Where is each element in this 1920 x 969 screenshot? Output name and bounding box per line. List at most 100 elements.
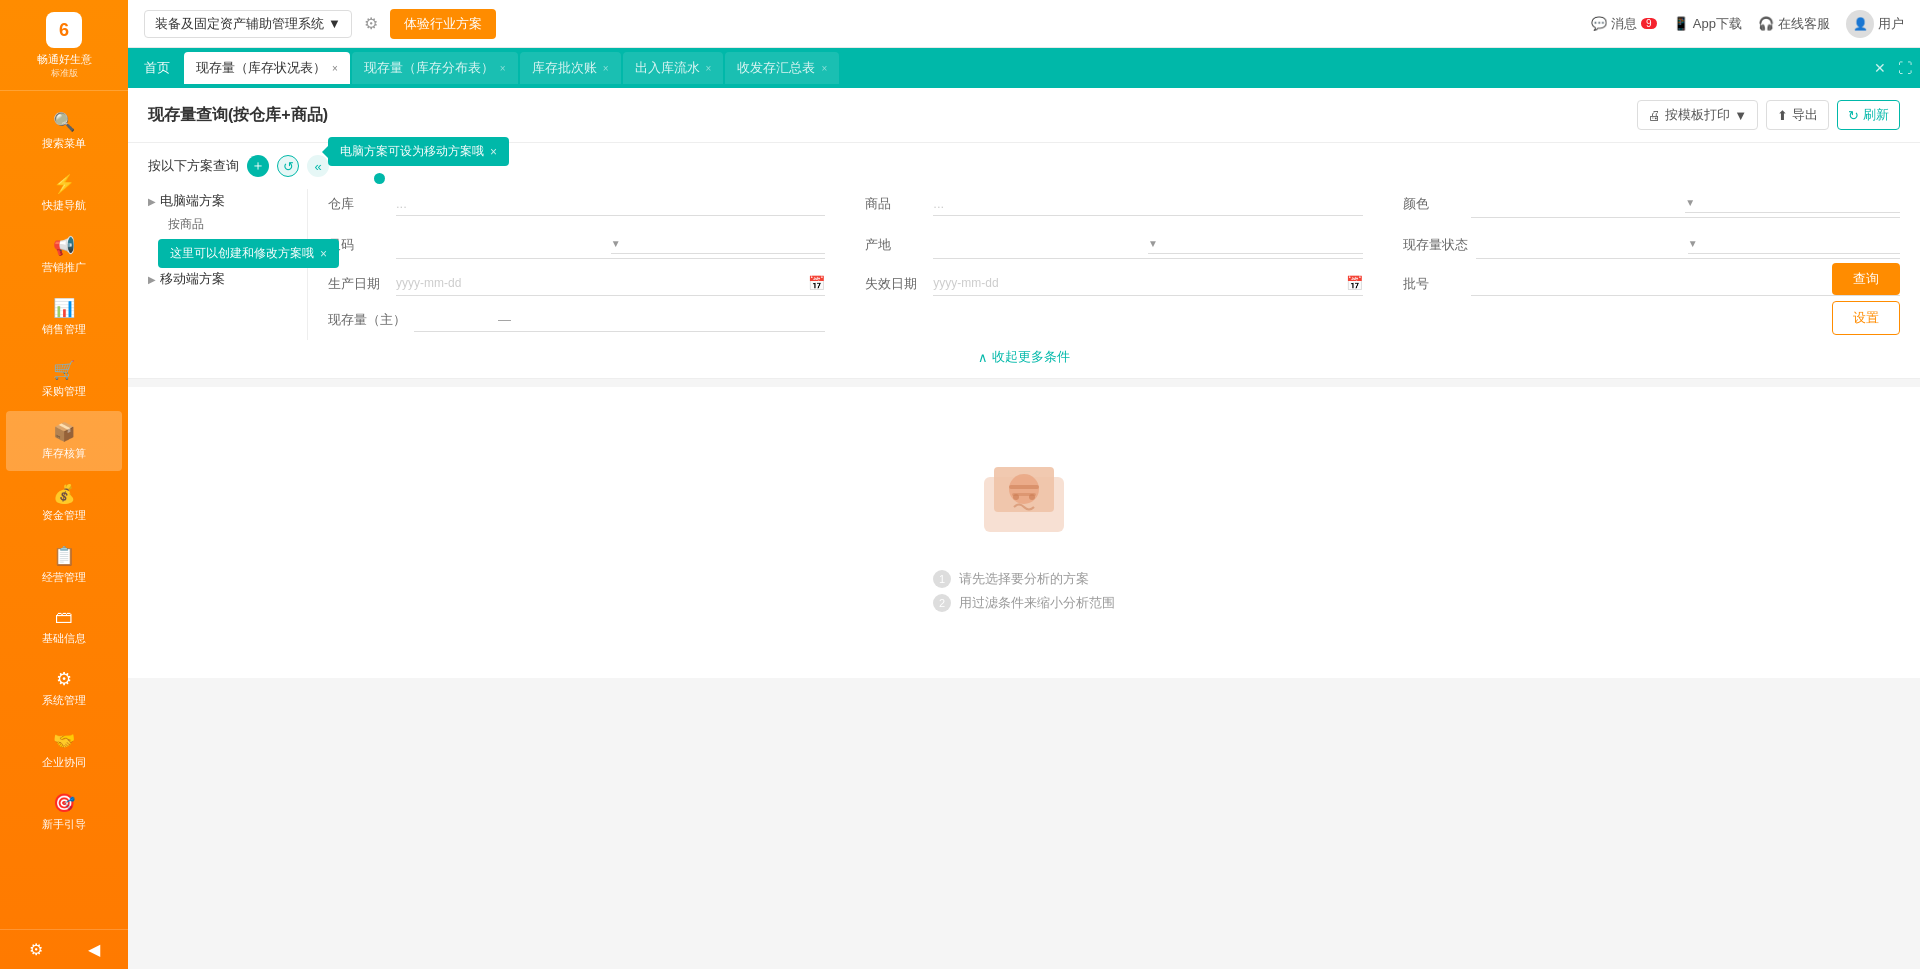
tab-close-all-icon[interactable]: ✕	[1870, 56, 1890, 80]
sidebar-item-search-menu[interactable]: 🔍 搜索菜单	[6, 101, 122, 161]
tab-close-icon[interactable]: ×	[332, 63, 338, 74]
tab-inventory-status[interactable]: 现存量（库存状况表） ×	[184, 52, 350, 84]
tab-summary[interactable]: 收发存汇总表 ×	[725, 52, 839, 84]
refresh-scheme-button[interactable]: ↺	[277, 155, 299, 177]
warehouse-label: 仓库	[328, 195, 388, 213]
calendar-icon[interactable]: 📅	[808, 275, 825, 291]
tab-close-icon[interactable]: ×	[706, 63, 712, 74]
by-goods-item[interactable]: 按商品	[148, 213, 295, 236]
size-field: 尺码 ▼	[328, 230, 825, 259]
mobile-scheme-item[interactable]: ▶ 移动端方案	[148, 267, 295, 291]
sidebar-item-marketing[interactable]: 📢 营销推广	[6, 225, 122, 285]
online-support-button[interactable]: 🎧 在线客服	[1758, 15, 1830, 33]
tab-close-icon[interactable]: ×	[821, 63, 827, 74]
color-field: 颜色 ▼	[1403, 189, 1900, 218]
sidebar-item-basic[interactable]: 🗃 基础信息	[6, 597, 122, 656]
tab-close-icon[interactable]: ×	[500, 63, 506, 74]
desktop-scheme-item[interactable]: ▶ 电脑端方案	[148, 189, 295, 213]
app-download-button[interactable]: 📱 App下载	[1673, 15, 1742, 33]
filter-header: 按以下方案查询 ＋ ↺ « 电脑方案可设为移动方案哦 ×	[148, 155, 1900, 177]
empty-illustration	[964, 447, 1084, 550]
purchase-icon: 🛒	[53, 359, 75, 381]
stock-range-max-input[interactable]	[515, 312, 595, 327]
warehouse-select[interactable]: ...	[396, 192, 825, 216]
origin-select[interactable]: ▼	[933, 230, 1362, 259]
sidebar-item-sales[interactable]: 📊 销售管理	[6, 287, 122, 347]
search-button[interactable]: 查询	[1832, 263, 1900, 295]
user-button[interactable]: 👤 用户	[1846, 10, 1904, 38]
calendar-icon[interactable]: 📅	[1346, 275, 1363, 291]
goods-dots: ...	[933, 196, 944, 211]
expire-date-placeholder: yyyy-mm-dd	[933, 276, 998, 290]
stock-range-min-input[interactable]	[414, 312, 494, 327]
sidebar-item-enterprise[interactable]: 🤝 企业协同	[6, 720, 122, 780]
export-button[interactable]: ⬆ 导出	[1766, 100, 1829, 130]
finance-icon: 💰	[53, 483, 75, 505]
size-select[interactable]: ▼	[396, 230, 825, 259]
color-select[interactable]: ▼	[1471, 189, 1900, 218]
system-selector[interactable]: 装备及固定资产辅助管理系统 ▼	[144, 10, 352, 38]
tooltip-close-icon[interactable]: ×	[490, 145, 497, 159]
empty-state: 1 请先选择要分析的方案 2 用过滤条件来缩小分析范围	[128, 387, 1920, 678]
stock-status-label: 现存量状态	[1403, 236, 1468, 254]
produce-date-input[interactable]: yyyy-mm-dd 📅	[396, 271, 825, 296]
stock-status-select[interactable]: ▼	[1476, 230, 1900, 259]
expire-date-label: 失效日期	[865, 275, 925, 293]
header-right: 💬 消息 9 📱 App下载 🎧 在线客服 👤 用户	[1591, 10, 1904, 38]
sidebar-item-label: 新手引导	[42, 817, 86, 832]
sidebar-item-purchase[interactable]: 🛒 采购管理	[6, 349, 122, 409]
phone-icon: 📱	[1673, 16, 1689, 31]
print-icon: 🖨	[1648, 108, 1661, 123]
sidebar-item-system[interactable]: ⚙ 系统管理	[6, 658, 122, 718]
tab-close-icon[interactable]: ×	[603, 63, 609, 74]
add-scheme-button[interactable]: ＋	[247, 155, 269, 177]
sidebar-item-operations[interactable]: 📋 经营管理	[6, 535, 122, 595]
tab-bar: 首页 现存量（库存状况表） × 现存量（库存分布表） × 库存批次账 × 出入库…	[128, 48, 1920, 88]
filter-label: 按以下方案查询	[148, 157, 239, 175]
tab-home[interactable]: 首页	[132, 52, 182, 84]
filter-row-3: 生产日期 yyyy-mm-dd 📅 失效日期 yyyy-mm-dd 📅	[328, 271, 1900, 296]
print-button[interactable]: 🖨 按模板打印 ▼	[1637, 100, 1758, 130]
tooltip-close-icon[interactable]: ×	[320, 247, 327, 261]
goods-field: 商品 ...	[865, 189, 1362, 218]
tab-inout[interactable]: 出入库流水 ×	[623, 52, 724, 84]
tab-inventory-dist[interactable]: 现存量（库存分布表） ×	[352, 52, 518, 84]
goods-select[interactable]: ...	[933, 192, 1362, 216]
reset-button[interactable]: 设置	[1832, 301, 1900, 335]
pointer-indicator	[374, 173, 385, 184]
sidebar-item-label: 系统管理	[42, 693, 86, 708]
experience-button[interactable]: 体验行业方案	[390, 9, 496, 39]
edit-scheme-tooltip: 这里可以创建和修改方案哦 ×	[158, 239, 339, 268]
settings-icon[interactable]: ⚙	[364, 14, 378, 33]
batch-field: 批号	[1403, 271, 1900, 296]
expire-date-field: 失效日期 yyyy-mm-dd 📅	[865, 271, 1362, 296]
refresh-button[interactable]: ↻ 刷新	[1837, 100, 1900, 130]
expire-date-input[interactable]: yyyy-mm-dd 📅	[933, 271, 1362, 296]
sidebar-item-guide[interactable]: 🎯 新手引导	[6, 782, 122, 842]
basic-icon: 🗃	[55, 607, 73, 628]
stock-main-range: —	[414, 308, 825, 332]
sidebar-item-label: 营销推广	[42, 260, 86, 275]
tab-label: 首页	[144, 59, 170, 77]
filter-section: 按以下方案查询 ＋ ↺ « 电脑方案可设为移动方案哦 ×	[128, 143, 1920, 379]
sidebar-item-inventory[interactable]: 📦 库存核算	[6, 411, 122, 471]
sidebar-settings-btn[interactable]: ⚙	[29, 940, 43, 959]
tab-label: 收发存汇总表	[737, 59, 815, 77]
sidebar-collapse-btn[interactable]: ◀	[88, 940, 100, 959]
sidebar-item-quick-nav[interactable]: ⚡ 快捷导航	[6, 163, 122, 223]
filter-row-2: 尺码 ▼ 产地 ▼	[328, 230, 1900, 259]
tab-maximize-icon[interactable]: ⛶	[1894, 56, 1916, 80]
refresh-icon: ↻	[1848, 108, 1859, 123]
messages-button[interactable]: 💬 消息 9	[1591, 15, 1657, 33]
back-scheme-button[interactable]: «	[307, 155, 329, 177]
empty-step-2: 2 用过滤条件来缩小分析范围	[933, 594, 1115, 612]
collapse-more-button[interactable]: ∧ 收起更多条件	[148, 340, 1900, 370]
tooltip-text: 这里可以创建和修改方案哦	[170, 245, 314, 262]
sidebar-item-label: 经营管理	[42, 570, 86, 585]
mobile-scheme-label: 移动端方案	[160, 270, 225, 288]
svg-point-5	[1013, 494, 1019, 500]
tab-batch[interactable]: 库存批次账 ×	[520, 52, 621, 84]
sidebar-item-finance[interactable]: 💰 资金管理	[6, 473, 122, 533]
range-dash: —	[498, 312, 511, 327]
headset-icon: 🎧	[1758, 16, 1774, 31]
